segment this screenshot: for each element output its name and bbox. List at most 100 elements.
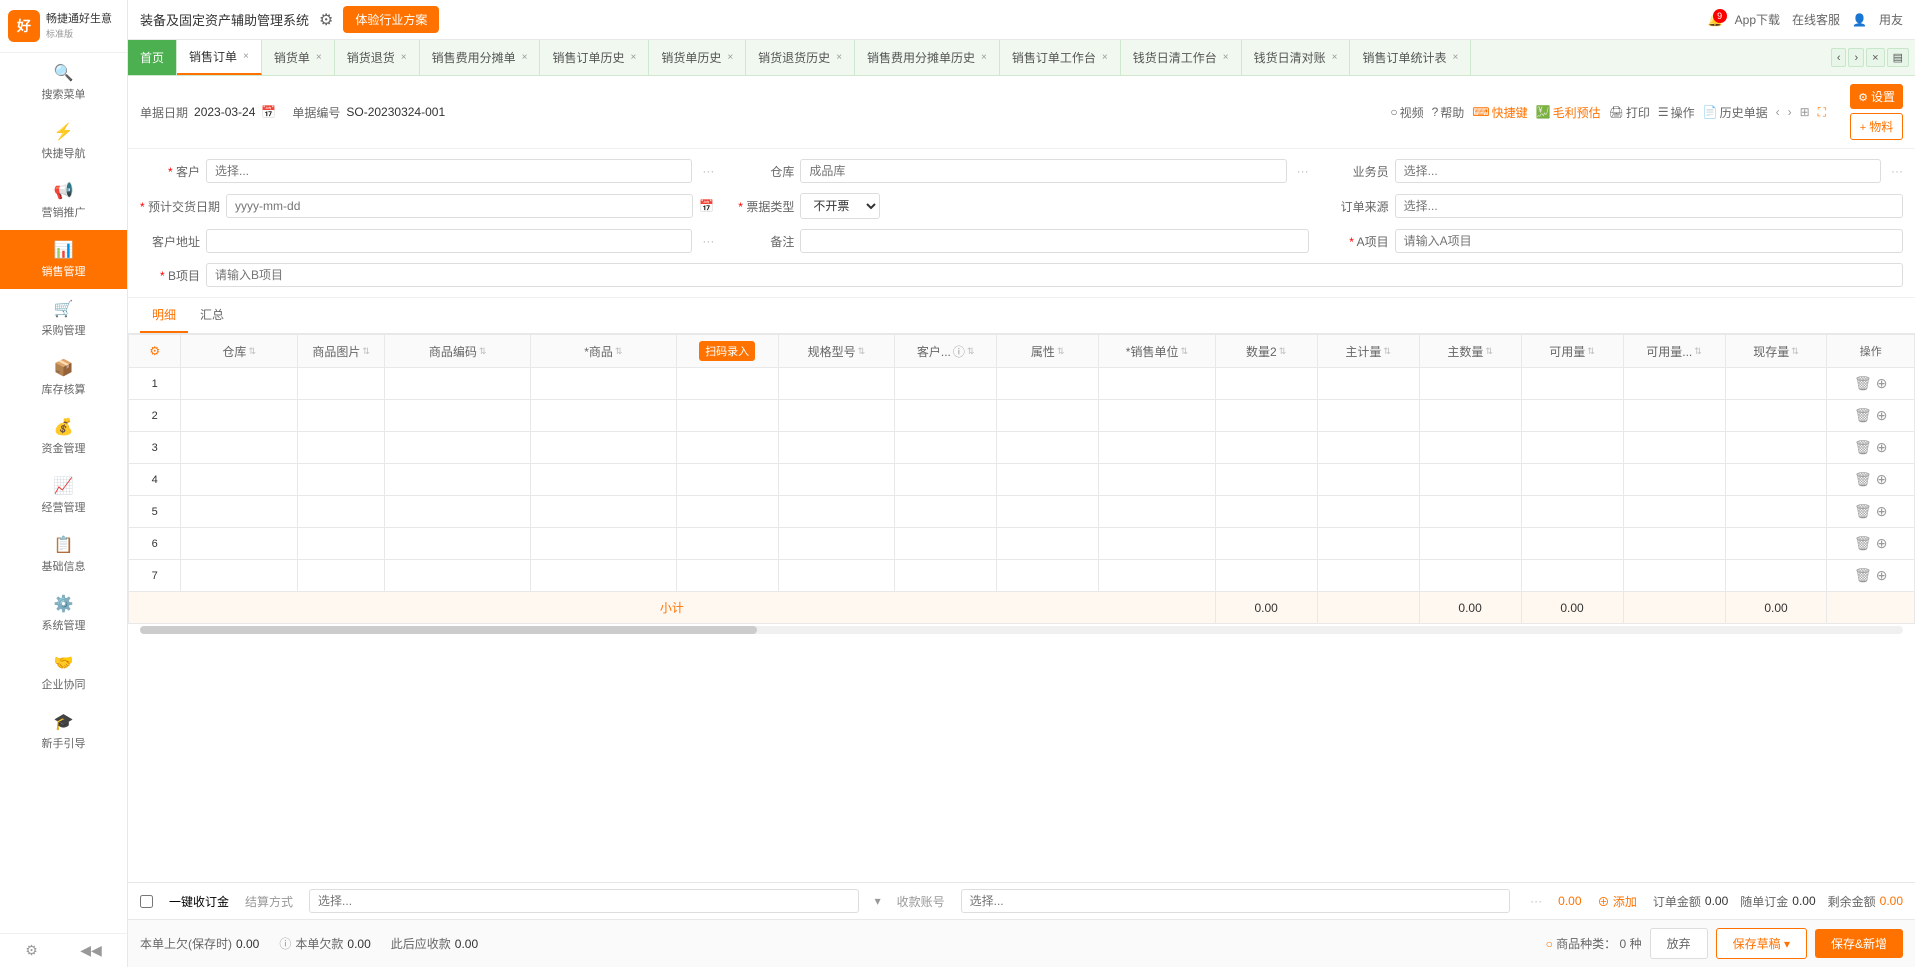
settings-button[interactable]: ⚙ 设置 — [1850, 84, 1903, 109]
sidebar-item-inventory[interactable]: 📦 库存核算 — [0, 348, 127, 407]
layout-icon[interactable]: ⊞ — [1800, 105, 1810, 119]
invoice-select[interactable]: 不开票 — [800, 193, 880, 219]
copy-btn-7[interactable]: ⊕ — [1876, 567, 1888, 584]
operation-link[interactable]: ☰ 操作 — [1658, 104, 1695, 121]
customer-more-icon[interactable]: ··· — [702, 164, 714, 178]
tab-sales-invoice[interactable]: 销货单 × — [262, 40, 335, 75]
warehouse-input[interactable] — [800, 159, 1286, 183]
sidebar-item-collab[interactable]: 🤝 企业协同 — [0, 643, 127, 702]
draft-dropdown-icon[interactable]: ▾ — [1784, 937, 1790, 951]
sidebar-item-purchase[interactable]: 🛒 采购管理 — [0, 289, 127, 348]
salesperson-input[interactable] — [1395, 159, 1881, 183]
tab-prev-btn[interactable]: ‹ — [1831, 48, 1847, 67]
view-link[interactable]: ○ 视频 — [1390, 104, 1423, 121]
copy-btn-5[interactable]: ⊕ — [1876, 503, 1888, 520]
tab-stats[interactable]: 销售订单统计表 × — [1350, 40, 1471, 75]
calendar2-icon[interactable]: 📅 — [699, 199, 714, 213]
tab-detail[interactable]: 明细 — [140, 298, 188, 333]
help-link[interactable]: ? 帮助 — [1432, 104, 1465, 121]
copy-btn-2[interactable]: ⊕ — [1876, 407, 1888, 424]
notes-input[interactable] — [800, 229, 1308, 253]
solution-button[interactable]: 体验行业方案 — [343, 6, 439, 33]
expand-icon[interactable]: ⛶ — [1818, 105, 1826, 120]
settings-icon[interactable]: ⚙ — [25, 942, 38, 959]
tab-invoice-history[interactable]: 销货单历史 × — [649, 40, 746, 75]
sidebar-item-system[interactable]: ⚙️ 系统管理 — [0, 584, 127, 643]
copy-btn-3[interactable]: ⊕ — [1876, 439, 1888, 456]
app-download-link[interactable]: App下载 — [1735, 11, 1780, 28]
tab-expense-history[interactable]: 销售费用分摊单历史 × — [855, 40, 1000, 75]
sidebar-item-operations[interactable]: 📈 经营管理 — [0, 466, 127, 525]
add-payment-btn[interactable]: ⊕ 添加 — [1598, 893, 1637, 910]
sidebar-item-quicknav[interactable]: ⚡ 快捷导航 — [0, 112, 127, 171]
save-new-button[interactable]: 保存&新增 — [1815, 929, 1903, 958]
sales-order-tab-close[interactable]: × — [243, 51, 249, 62]
home-tab-label: 首页 — [140, 49, 164, 66]
address-more-icon[interactable]: ··· — [702, 234, 714, 248]
save-draft-button[interactable]: 保存草稿 ▾ — [1716, 928, 1807, 959]
tab-return-history[interactable]: 销货退货历史 × — [746, 40, 855, 75]
online-service-link[interactable]: 在线客服 — [1792, 11, 1840, 28]
payment-method-input[interactable] — [309, 889, 859, 913]
th-warehouse: 仓库⇅ — [181, 335, 298, 368]
bank-account-input[interactable] — [961, 889, 1511, 913]
sidebar-item-marketing[interactable]: 📢 营销推广 — [0, 171, 127, 230]
tab-workbench[interactable]: 销售订单工作台 × — [1000, 40, 1121, 75]
copy-btn-6[interactable]: ⊕ — [1876, 535, 1888, 552]
tab-return[interactable]: 销货退货 × — [335, 40, 420, 75]
payment-method-dropdown-icon[interactable]: ▾ — [875, 894, 881, 908]
copy-btn-1[interactable]: ⊕ — [1876, 375, 1888, 392]
sidebar-item-finance[interactable]: 💰 资金管理 — [0, 407, 127, 466]
hotkey-link[interactable]: ⌨ 快捷键 — [1472, 104, 1527, 121]
profit-link[interactable]: 💹 毛利预估 — [1536, 104, 1601, 121]
sidebar-item-guide[interactable]: 🎓 新手引导 — [0, 702, 127, 761]
delete-btn-6[interactable]: 🗑 — [1854, 535, 1872, 552]
settings-gear-icon[interactable]: ⚙ — [149, 344, 160, 358]
order-source-input[interactable] — [1395, 194, 1903, 218]
sidebar-item-sales[interactable]: 📊 销售管理 — [0, 230, 127, 289]
th-settings[interactable]: ⚙ — [129, 335, 181, 368]
copy-btn-4[interactable]: ⊕ — [1876, 471, 1888, 488]
tab-order-history[interactable]: 销售订单历史 × — [540, 40, 649, 75]
notification-badge[interactable]: 🔔 9 — [1708, 13, 1723, 27]
calendar-icon[interactable]: 📅 — [261, 105, 276, 119]
project-b-input[interactable] — [206, 263, 1903, 287]
tab-close-all-btn[interactable]: × — [1866, 48, 1884, 67]
one-click-checkout-checkbox[interactable] — [140, 895, 153, 908]
delete-btn-1[interactable]: 🗑 — [1854, 375, 1872, 392]
nav-prev-icon[interactable]: ‹ — [1776, 105, 1780, 119]
material-button[interactable]: + 物料 — [1850, 113, 1903, 140]
tab-reconcile[interactable]: 钱货日清对账 × — [1242, 40, 1351, 75]
tab-sales-order[interactable]: 销售订单 × — [177, 40, 262, 75]
warehouse-more-icon[interactable]: ··· — [1297, 164, 1309, 178]
tab-menu-btn[interactable]: ▤ — [1887, 48, 1909, 67]
delete-btn-7[interactable]: 🗑 — [1854, 567, 1872, 584]
sidebar-item-basic[interactable]: 📋 基础信息 — [0, 525, 127, 584]
bank-account-more[interactable]: ··· — [1530, 894, 1542, 908]
address-input[interactable] — [206, 229, 692, 253]
collapse-icon[interactable]: ◀◀ — [80, 942, 102, 959]
delete-btn-3[interactable]: 🗑 — [1854, 439, 1872, 456]
tab-home[interactable]: 首页 — [128, 40, 177, 75]
topbar-settings-icon[interactable]: ⚙ — [319, 10, 333, 30]
salesperson-more-icon[interactable]: ··· — [1891, 164, 1903, 178]
history-link[interactable]: 📄 历史单据 — [1703, 104, 1768, 121]
sidebar-item-search[interactable]: 🔍 搜索菜单 — [0, 53, 127, 112]
delete-btn-2[interactable]: 🗑 — [1854, 407, 1872, 424]
print-link[interactable]: 🖨 打印 — [1609, 104, 1650, 121]
tab-cash-workbench[interactable]: 钱货日清工作台 × — [1121, 40, 1242, 75]
customer-input[interactable] — [206, 159, 692, 183]
discard-button[interactable]: 放弃 — [1650, 928, 1708, 959]
delivery-input[interactable] — [226, 194, 693, 218]
tab-expense-split[interactable]: 销售费用分摊单 × — [420, 40, 541, 75]
project-a-input[interactable] — [1395, 229, 1903, 253]
sales-invoice-close[interactable]: × — [316, 52, 322, 63]
nav-next-icon[interactable]: › — [1788, 105, 1792, 119]
tab-summary[interactable]: 汇总 — [188, 298, 236, 333]
horizontal-scrollbar[interactable] — [140, 626, 1903, 634]
scan-btn[interactable]: 扫码录入 — [699, 341, 755, 361]
delete-btn-4[interactable]: 🗑 — [1854, 471, 1872, 488]
info-icon[interactable]: ⓘ — [953, 343, 965, 360]
tab-next-btn[interactable]: › — [1848, 48, 1864, 67]
delete-btn-5[interactable]: 🗑 — [1854, 503, 1872, 520]
